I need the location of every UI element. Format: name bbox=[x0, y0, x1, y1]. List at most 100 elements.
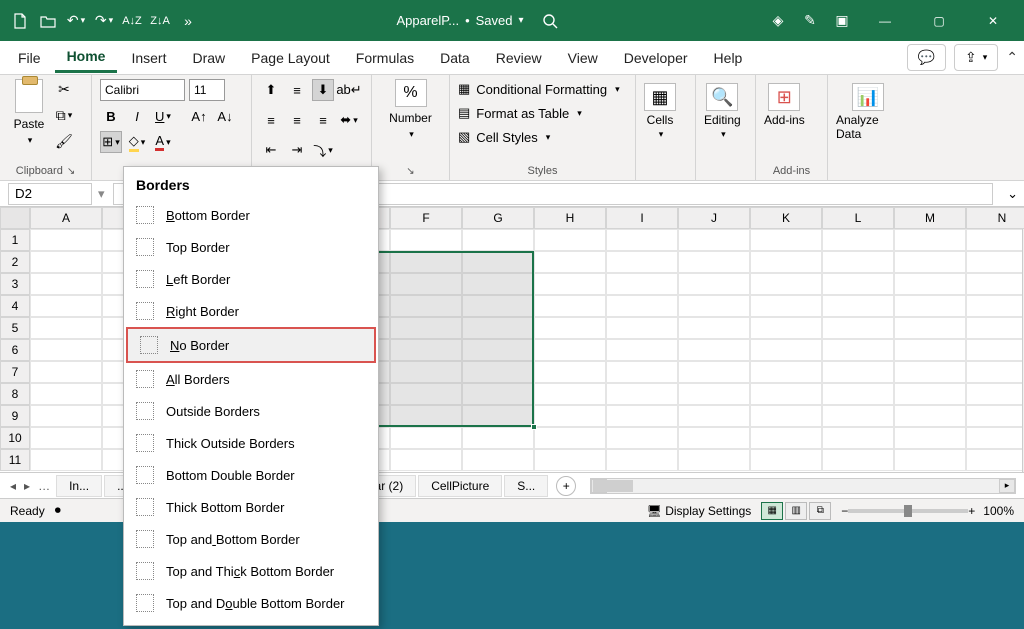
horizontal-scrollbar[interactable]: ◂ ▸ bbox=[590, 478, 1016, 494]
tab-page-layout[interactable]: Page Layout bbox=[239, 44, 342, 72]
cell[interactable] bbox=[894, 229, 966, 251]
row-header[interactable]: 7 bbox=[0, 361, 30, 383]
cell[interactable] bbox=[894, 251, 966, 273]
cell[interactable] bbox=[822, 449, 894, 471]
cell[interactable] bbox=[390, 449, 462, 471]
macro-rec-icon[interactable]: ⏺ bbox=[55, 503, 61, 518]
minimize-button[interactable]: — bbox=[862, 6, 908, 36]
hscroll-right-icon[interactable]: ▸ bbox=[999, 479, 1015, 493]
cell[interactable] bbox=[30, 295, 102, 317]
cell[interactable] bbox=[606, 273, 678, 295]
align-right-button[interactable]: ≡ bbox=[312, 109, 334, 131]
borders-menu-item[interactable]: Thick Bottom Border bbox=[124, 491, 378, 523]
sort-asc-icon[interactable]: A↓Z bbox=[120, 9, 144, 33]
editing-button[interactable]: 🔍Editing▾ bbox=[704, 79, 741, 140]
cell[interactable] bbox=[966, 383, 1024, 405]
column-header[interactable]: J bbox=[678, 207, 750, 229]
cell[interactable] bbox=[534, 427, 606, 449]
orientation-button[interactable]: ⤵▾ bbox=[312, 139, 334, 161]
sheet-nav-next-icon[interactable]: ▸ bbox=[22, 479, 32, 493]
cell[interactable] bbox=[750, 339, 822, 361]
tab-help[interactable]: Help bbox=[702, 44, 755, 72]
close-button[interactable]: ✕ bbox=[970, 6, 1016, 36]
cell[interactable] bbox=[534, 339, 606, 361]
cell[interactable] bbox=[462, 449, 534, 471]
cell[interactable] bbox=[750, 251, 822, 273]
cell[interactable] bbox=[678, 361, 750, 383]
align-center-button[interactable]: ≡ bbox=[286, 109, 308, 131]
align-middle-button[interactable]: ≡ bbox=[286, 79, 308, 101]
bold-button[interactable]: B bbox=[100, 105, 122, 127]
cells-button[interactable]: ▦Cells▾ bbox=[644, 79, 676, 140]
wrap-text-button[interactable]: ab↵ bbox=[338, 79, 360, 101]
column-header[interactable]: N bbox=[966, 207, 1024, 229]
column-header[interactable]: H bbox=[534, 207, 606, 229]
copy-icon[interactable]: ⧉▾ bbox=[54, 105, 74, 125]
expand-formula-bar-icon[interactable]: ⌄ bbox=[1001, 186, 1024, 202]
cell[interactable] bbox=[894, 273, 966, 295]
column-header[interactable]: L bbox=[822, 207, 894, 229]
font-name-input[interactable] bbox=[100, 79, 185, 101]
cell[interactable] bbox=[390, 317, 462, 339]
borders-menu-item[interactable]: Bottom Border bbox=[124, 199, 378, 231]
align-top-button[interactable]: ⬆ bbox=[260, 79, 282, 101]
cell[interactable] bbox=[30, 383, 102, 405]
cell[interactable] bbox=[30, 339, 102, 361]
cell[interactable] bbox=[30, 229, 102, 251]
cell[interactable] bbox=[462, 405, 534, 427]
cell[interactable] bbox=[606, 251, 678, 273]
view-pagebreak-button[interactable]: ⧉ bbox=[809, 502, 831, 520]
cut-icon[interactable]: ✂ bbox=[54, 79, 74, 99]
borders-menu-item[interactable]: No Border bbox=[126, 327, 376, 363]
font-color-button[interactable]: A▾ bbox=[152, 131, 174, 153]
shrink-font-button[interactable]: A↓ bbox=[214, 105, 236, 127]
display-settings-button[interactable]: 🖥 Display Settings bbox=[647, 504, 752, 518]
row-header[interactable]: 6 bbox=[0, 339, 30, 361]
open-file-icon[interactable] bbox=[36, 9, 60, 33]
cell[interactable] bbox=[462, 295, 534, 317]
grow-font-button[interactable]: A↑ bbox=[188, 105, 210, 127]
cell[interactable] bbox=[894, 339, 966, 361]
column-header[interactable]: K bbox=[750, 207, 822, 229]
cell[interactable] bbox=[678, 405, 750, 427]
collapse-ribbon-icon[interactable]: ⌃ bbox=[1006, 49, 1018, 66]
borders-menu-item[interactable]: Top and Bottom Border bbox=[124, 523, 378, 555]
column-header[interactable]: G bbox=[462, 207, 534, 229]
format-as-table-button[interactable]: ▤Format as Table▾ bbox=[458, 103, 620, 123]
new-file-icon[interactable] bbox=[8, 9, 32, 33]
merge-button[interactable]: ⬌▾ bbox=[338, 109, 360, 131]
cell[interactable] bbox=[966, 449, 1024, 471]
cell[interactable] bbox=[822, 383, 894, 405]
sheet-tab[interactable]: S... bbox=[504, 475, 548, 497]
tab-file[interactable]: File bbox=[6, 44, 53, 72]
qat-overflow-icon[interactable]: » bbox=[176, 9, 200, 33]
zoom-level[interactable]: 100% bbox=[983, 504, 1014, 518]
name-box[interactable] bbox=[8, 183, 92, 205]
format-painter-icon[interactable]: 🖌 bbox=[54, 131, 74, 151]
redo-icon[interactable]: ↷▾ bbox=[92, 9, 116, 33]
zoom-out-button[interactable]: − bbox=[841, 504, 848, 518]
cell[interactable] bbox=[462, 251, 534, 273]
tab-home[interactable]: Home bbox=[55, 42, 118, 73]
column-header[interactable]: A bbox=[30, 207, 102, 229]
diamond-icon[interactable]: ◈ bbox=[766, 9, 790, 33]
cell[interactable] bbox=[606, 405, 678, 427]
cell[interactable] bbox=[390, 251, 462, 273]
cell[interactable] bbox=[966, 405, 1024, 427]
column-header[interactable]: I bbox=[606, 207, 678, 229]
cell[interactable] bbox=[462, 273, 534, 295]
cell[interactable] bbox=[894, 449, 966, 471]
cell[interactable] bbox=[462, 383, 534, 405]
addins-button[interactable]: ⊞Add-ins bbox=[764, 79, 805, 127]
borders-menu-item[interactable]: Top Border bbox=[124, 231, 378, 263]
cell[interactable] bbox=[606, 383, 678, 405]
cell[interactable] bbox=[534, 361, 606, 383]
cell[interactable] bbox=[30, 361, 102, 383]
underline-button[interactable]: U▾ bbox=[152, 105, 174, 127]
sheet-tab[interactable]: In... bbox=[56, 475, 102, 497]
column-header[interactable]: M bbox=[894, 207, 966, 229]
cell[interactable] bbox=[966, 317, 1024, 339]
row-header[interactable]: 4 bbox=[0, 295, 30, 317]
borders-menu-item[interactable]: Outside Borders bbox=[124, 395, 378, 427]
cell[interactable] bbox=[750, 427, 822, 449]
